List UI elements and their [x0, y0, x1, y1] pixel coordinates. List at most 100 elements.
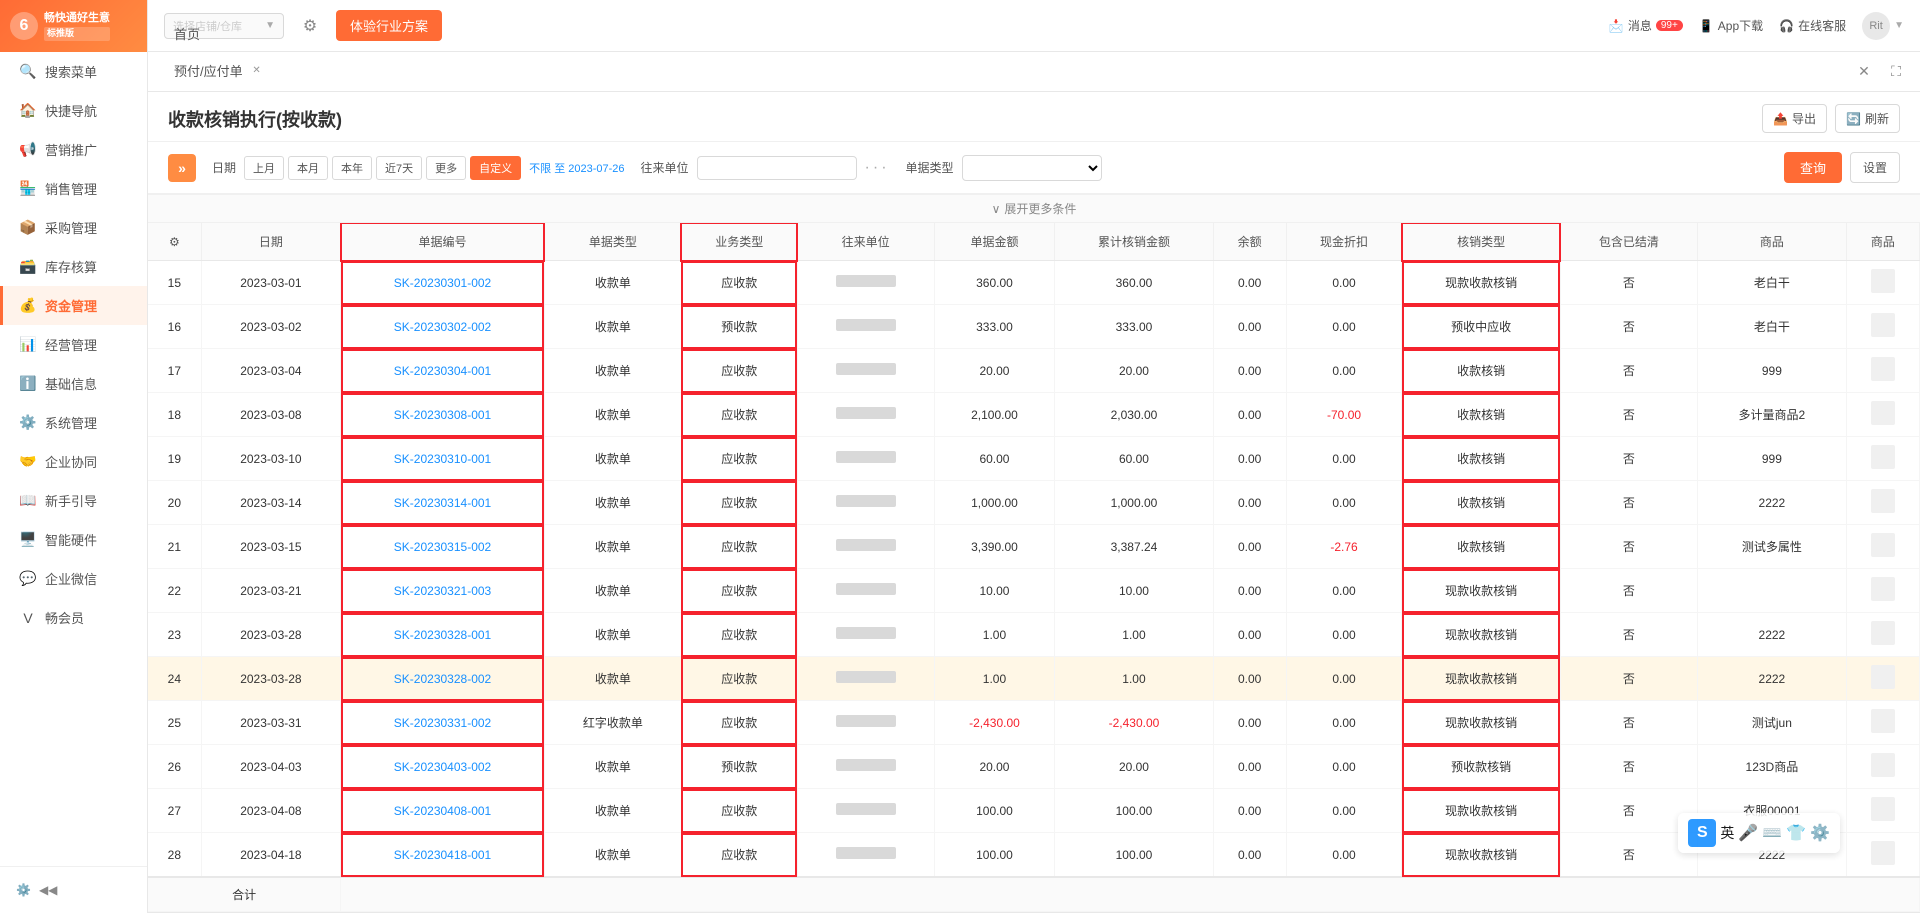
expand-more-filters-btn[interactable]: ∨ 展开更多条件 [148, 194, 1920, 223]
cell-included: 否 [1560, 437, 1697, 481]
th-cancel-amount[interactable]: 累计核销金额 [1055, 223, 1213, 261]
message-btn[interactable]: 📩 消息 99+ [1609, 17, 1683, 34]
table-row: 18 2023-03-08 SK-20230308-001 收款单 应收款 2,… [148, 393, 1920, 437]
cell-no: 17 [148, 349, 201, 393]
user-avatar-area[interactable]: Rit ▼ [1862, 12, 1904, 40]
partner-filter-input[interactable] [697, 156, 857, 180]
message-badge: 99+ [1656, 20, 1683, 31]
sidebar-item-guide[interactable]: 📖新手引导 [0, 481, 147, 520]
cell-no: 27 [148, 789, 201, 833]
th-date[interactable]: 日期 [201, 223, 341, 261]
th-goods-img[interactable]: 商品 [1846, 223, 1919, 261]
sidebar: 6 畅快通好生意 标推版 🔍搜索菜单🏠快捷导航📢营销推广🏪销售管理📦采购管理🗃️… [0, 0, 148, 913]
tab-home[interactable]: 首页 [160, 16, 288, 53]
sidebar-item-member[interactable]: V畅会员 [0, 598, 147, 637]
th-doc-type[interactable]: 单据类型 [544, 223, 681, 261]
doc-no-link[interactable]: SK-20230403-002 [394, 760, 491, 774]
cell-biz-type: 应收款 [681, 481, 797, 525]
table-row: 21 2023-03-15 SK-20230315-002 收款单 应收款 3,… [148, 525, 1920, 569]
tab-close-advance-payment[interactable]: ✕ [249, 63, 265, 79]
th-amount[interactable]: 单据金额 [934, 223, 1055, 261]
cell-discount: 0.00 [1286, 437, 1402, 481]
query-btn[interactable]: 查询 [1784, 152, 1842, 183]
cell-partner [797, 745, 934, 789]
cell-discount: 0.00 [1286, 833, 1402, 878]
doc-no-link[interactable]: SK-20230321-003 [394, 584, 491, 598]
sidebar-item-finance[interactable]: 💰资金管理 [0, 286, 147, 325]
th-partner[interactable]: 往来单位 [797, 223, 934, 261]
filter-toggle-btn[interactable]: » [168, 154, 196, 182]
sidebar-item-marketing[interactable]: 📢营销推广 [0, 130, 147, 169]
th-doc-no[interactable]: 单据编号 [341, 223, 545, 261]
sidebar-item-quick-nav[interactable]: 🏠快捷导航 [0, 91, 147, 130]
date-custom-btn[interactable]: 自定义 [470, 156, 521, 180]
date-7days-btn[interactable]: 近7天 [376, 156, 422, 180]
inventory-icon: 🗃️ [19, 258, 37, 276]
service-btn[interactable]: 🎧 在线客服 [1779, 17, 1846, 34]
th-included[interactable]: 包含已结清 [1560, 223, 1697, 261]
sidebar-item-sales[interactable]: 🏪销售管理 [0, 169, 147, 208]
table-row: 22 2023-03-21 SK-20230321-003 收款单 应收款 10… [148, 569, 1920, 613]
doc-no-link[interactable]: SK-20230301-002 [394, 276, 491, 290]
doc-no-link[interactable]: SK-20230328-001 [394, 628, 491, 642]
doc-no-link[interactable]: SK-20230408-001 [394, 804, 491, 818]
cell-no: 22 [148, 569, 201, 613]
th-setting[interactable]: ⚙ [148, 223, 201, 261]
sidebar-item-hardware[interactable]: 🖥️智能硬件 [0, 520, 147, 559]
sidebar-label-marketing: 营销推广 [45, 140, 97, 159]
doc-no-link[interactable]: SK-20230331-002 [394, 716, 491, 730]
expand-tabs-btn[interactable]: ⛶ [1884, 60, 1908, 84]
gear-icon[interactable]: ⚙ [296, 12, 324, 40]
table-row: 24 2023-03-28 SK-20230328-002 收款单 应收款 1.… [148, 657, 1920, 701]
doc-no-link[interactable]: SK-20230302-002 [394, 320, 491, 334]
doc-no-link[interactable]: SK-20230315-002 [394, 540, 491, 554]
cell-cancel-type: 收款核销 [1402, 525, 1560, 569]
tab-advance-payment[interactable]: 预付/应付单✕ [160, 53, 288, 90]
sidebar-item-enterprise[interactable]: 🤝企业协同 [0, 442, 147, 481]
sidebar-item-inventory[interactable]: 🗃️ 库存核算 [0, 247, 147, 286]
doc-no-link[interactable]: SK-20230418-001 [394, 848, 491, 862]
sidebar-item-wechat[interactable]: 💬企业微信 [0, 559, 147, 598]
solution-btn[interactable]: 体验行业方案 [336, 10, 442, 41]
sidebar-item-system[interactable]: ⚙️系统管理 [0, 403, 147, 442]
chevron-down-icon-avatar: ▼ [1894, 20, 1904, 31]
sidebar-item-purchase[interactable]: 📦采购管理 [0, 208, 147, 247]
date-this-month-btn[interactable]: 本月 [288, 156, 328, 180]
table-wrapper: ⚙ 日期 单据编号 单据类型 业务类型 往来单位 单据金额 累计核销金额 余额 … [148, 223, 1920, 913]
th-cancel-type[interactable]: 核销类型 [1402, 223, 1560, 261]
cell-included: 否 [1560, 481, 1697, 525]
doc-type-select[interactable] [962, 155, 1102, 181]
refresh-btn[interactable]: 🔄 刷新 [1835, 104, 1900, 133]
date-last-month-btn[interactable]: 上月 [244, 156, 284, 180]
sidebar-item-basic[interactable]: ℹ️基础信息 [0, 364, 147, 403]
doc-no-link[interactable]: SK-20230304-001 [394, 364, 491, 378]
export-btn[interactable]: 📤 导出 [1762, 104, 1827, 133]
th-discount[interactable]: 现金折扣 [1286, 223, 1402, 261]
cell-doc-no: SK-20230418-001 [341, 833, 545, 878]
th-balance[interactable]: 余额 [1213, 223, 1286, 261]
date-this-year-btn[interactable]: 本年 [332, 156, 372, 180]
sidebar-item-search[interactable]: 🔍搜索菜单 [0, 52, 147, 91]
date-more-btn[interactable]: 更多 [426, 156, 466, 180]
doc-no-link[interactable]: SK-20230308-001 [394, 408, 491, 422]
sidebar-label-inventory: 库存核算 [45, 257, 97, 276]
th-biz-type[interactable]: 业务类型 [681, 223, 797, 261]
doc-no-link[interactable]: SK-20230314-001 [394, 496, 491, 510]
doc-no-link[interactable]: SK-20230328-002 [394, 672, 491, 686]
sidebar-item-operation[interactable]: 📊经营管理 [0, 325, 147, 364]
cell-biz-type: 预收款 [681, 305, 797, 349]
app-download-btn[interactable]: 📱 App下载 [1699, 17, 1763, 34]
th-goods[interactable]: 商品 [1697, 223, 1846, 261]
cell-date: 2023-03-10 [201, 437, 341, 481]
close-all-tabs-btn[interactable]: ✕ [1852, 60, 1876, 84]
more-filters-icon[interactable]: ··· [865, 159, 890, 177]
cell-partner [797, 437, 934, 481]
filter-setting-btn[interactable]: 设置 [1850, 152, 1900, 183]
topbar-right: 📩 消息 99+ 📱 App下载 🎧 在线客服 Rit ▼ [1609, 12, 1904, 40]
sidebar-settings-btn[interactable]: ⚙️ ◀◀ [0, 875, 147, 905]
cell-cancel-type: 收款核销 [1402, 349, 1560, 393]
cell-doc-type: 收款单 [544, 525, 681, 569]
sidebar-logo: 6 畅快通好生意 标推版 [0, 0, 147, 52]
doc-no-link[interactable]: SK-20230310-001 [394, 452, 491, 466]
cell-date: 2023-03-15 [201, 525, 341, 569]
